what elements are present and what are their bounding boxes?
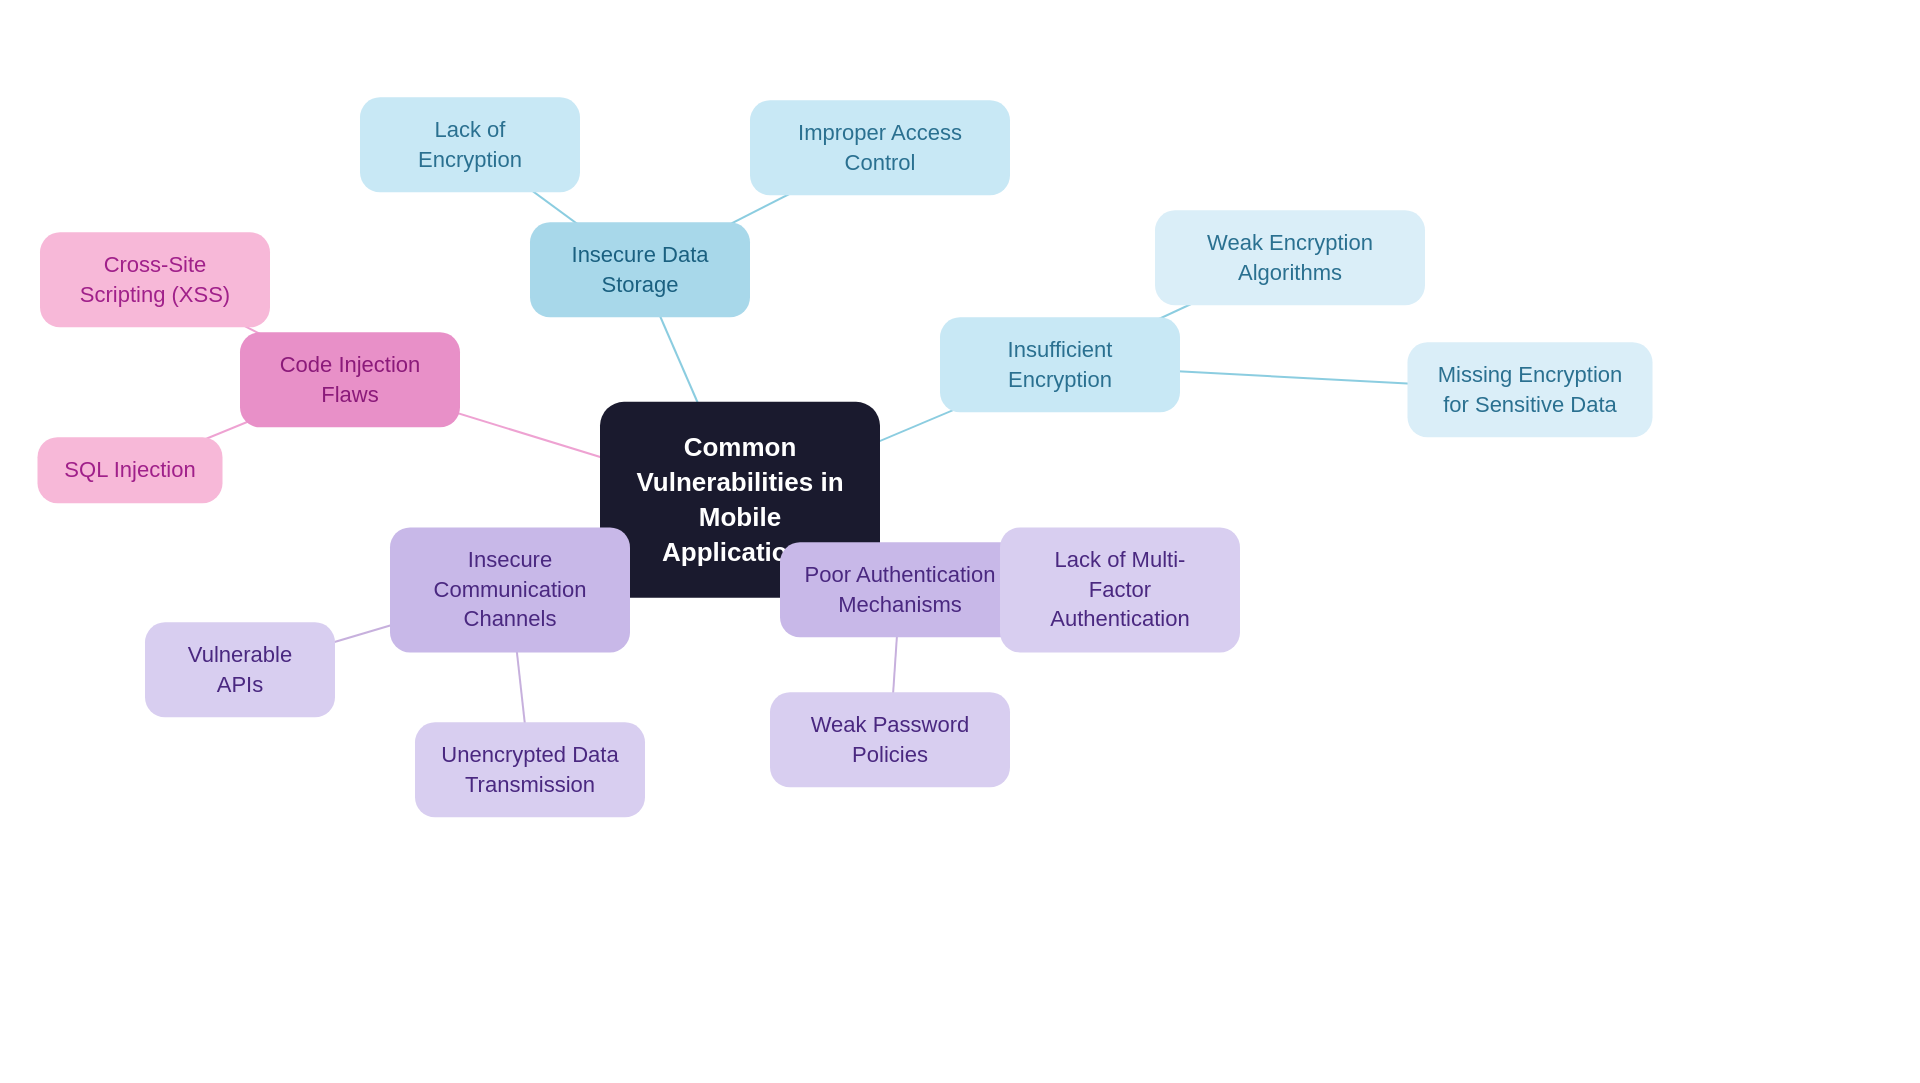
weak-encryption-algorithms-label: Weak Encryption Algorithms — [1179, 228, 1401, 287]
unencrypted-transmission-node: Unencrypted Data Transmission — [415, 722, 645, 817]
weak-password-node: Weak Password Policies — [770, 692, 1010, 787]
insufficient-encryption-label: Insufficient Encryption — [964, 335, 1156, 394]
unencrypted-transmission-label: Unencrypted Data Transmission — [439, 740, 621, 799]
cross-site-scripting-node: Cross-Site Scripting (XSS) — [40, 232, 270, 327]
sql-injection-label: SQL Injection — [64, 455, 195, 485]
code-injection-flaws-label: Code Injection Flaws — [264, 350, 436, 409]
improper-access-control-label: Improper Access Control — [774, 118, 986, 177]
missing-encryption-sensitive-label: Missing Encryption for Sensitive Data — [1432, 360, 1629, 419]
lack-of-encryption-label: Lack of Encryption — [384, 115, 556, 174]
insufficient-encryption-node: Insufficient Encryption — [940, 317, 1180, 412]
poor-authentication-label: Poor Authentication Mechanisms — [804, 560, 996, 619]
vulnerable-apis-label: Vulnerable APIs — [169, 640, 311, 699]
insecure-communication-node: Insecure Communication Channels — [390, 527, 630, 652]
lack-mfa-node: Lack of Multi-Factor Authentication — [1000, 527, 1240, 652]
sql-injection-node: SQL Injection — [38, 437, 223, 503]
vulnerable-apis-node: Vulnerable APIs — [145, 622, 335, 717]
cross-site-scripting-label: Cross-Site Scripting (XSS) — [64, 250, 246, 309]
insecure-data-storage-node: Insecure Data Storage — [530, 222, 750, 317]
mind-map-canvas: Common Vulnerabilities in Mobile Applica… — [0, 0, 1920, 1083]
lack-mfa-label: Lack of Multi-Factor Authentication — [1024, 545, 1216, 634]
weak-encryption-algorithms-node: Weak Encryption Algorithms — [1155, 210, 1425, 305]
lack-of-encryption-node: Lack of Encryption — [360, 97, 580, 192]
weak-password-label: Weak Password Policies — [794, 710, 986, 769]
insecure-data-storage-label: Insecure Data Storage — [554, 240, 726, 299]
insecure-communication-label: Insecure Communication Channels — [414, 545, 606, 634]
missing-encryption-sensitive-node: Missing Encryption for Sensitive Data — [1408, 342, 1653, 437]
code-injection-flaws-node: Code Injection Flaws — [240, 332, 460, 427]
improper-access-control-node: Improper Access Control — [750, 100, 1010, 195]
poor-authentication-node: Poor Authentication Mechanisms — [780, 542, 1020, 637]
